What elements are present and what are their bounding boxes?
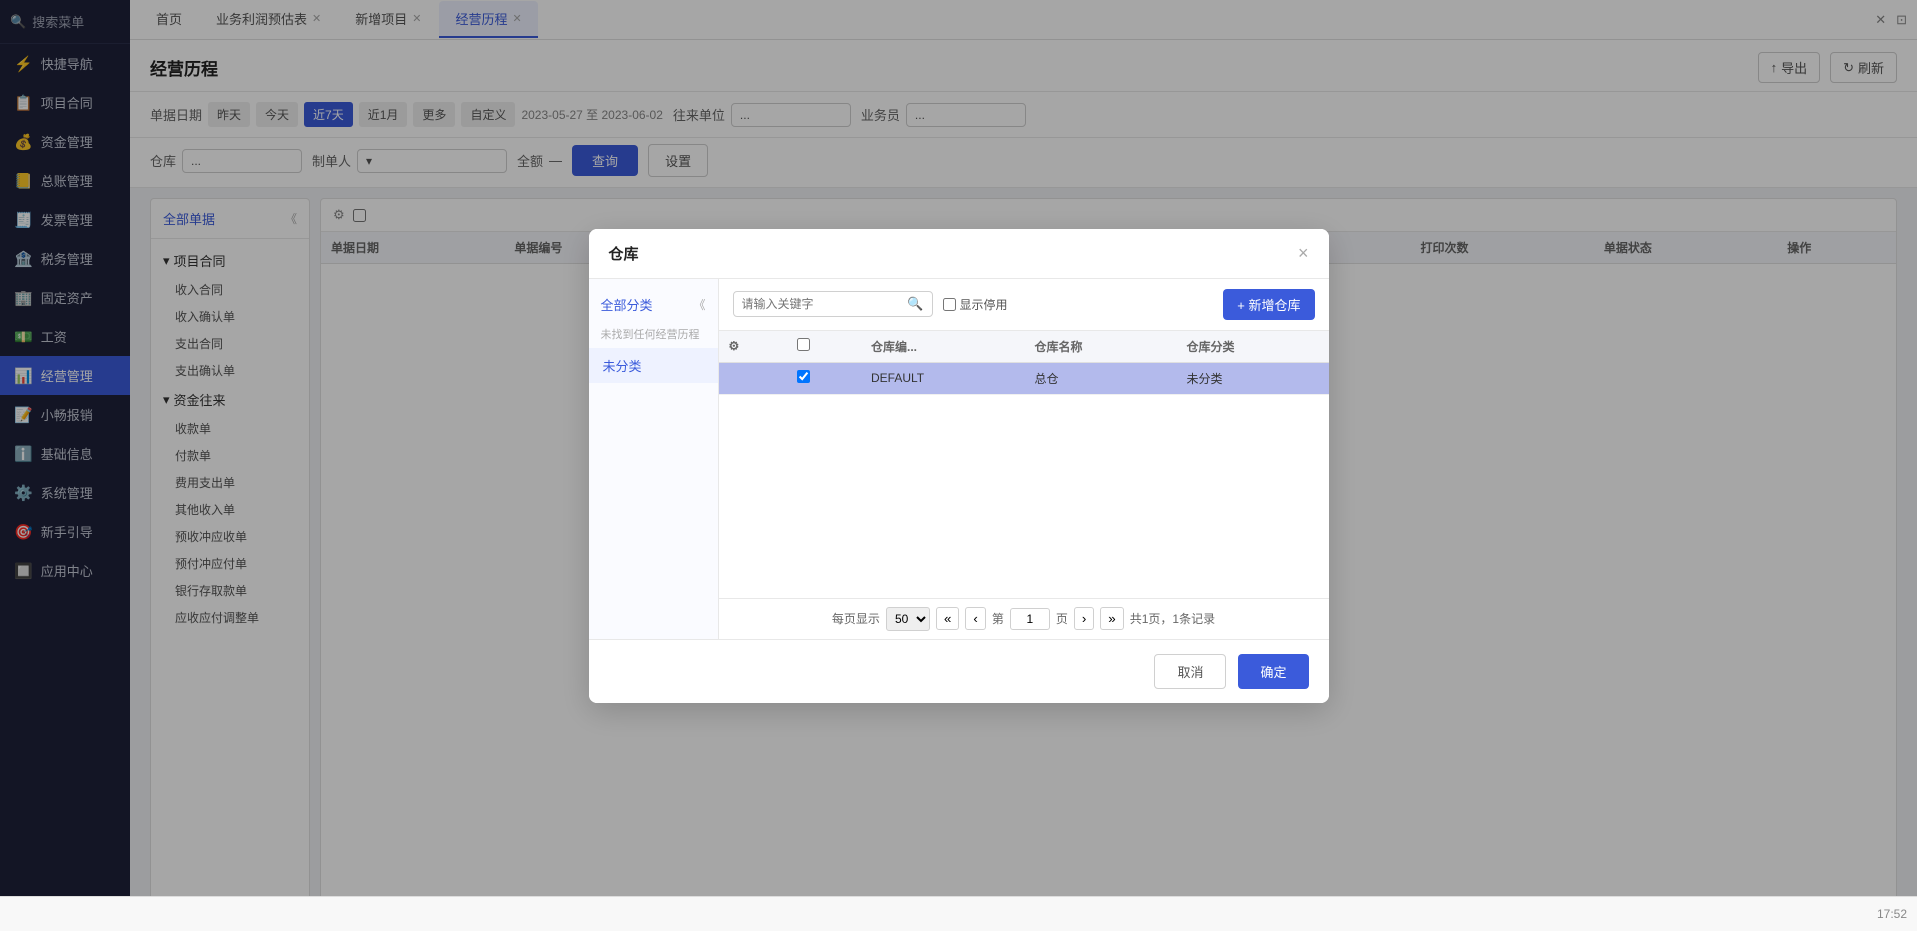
prev-page-btn[interactable]: ‹: [965, 607, 985, 630]
modal-title: 仓库: [609, 243, 639, 264]
modal-col-name: 仓库名称: [1024, 331, 1176, 363]
modal-right-panel: 🔍 显示停用 + 新增仓库 ⚙ 仓库编... 仓库名称: [719, 279, 1329, 639]
category-label: 未分类: [603, 359, 642, 374]
modal-search-input[interactable]: [742, 297, 908, 311]
modal-pagination: 每页显示 50 « ‹ 第 页 › » 共1页，1条记录: [719, 598, 1329, 639]
per-page-label-modal: 每页显示: [832, 610, 880, 627]
modal-left-panel: 全部分类 《 未找到任何经营历程 未分类: [589, 279, 719, 639]
search-icon: 🔍: [907, 296, 923, 312]
table-row[interactable]: DEFAULT 总仓 未分类: [719, 362, 1329, 394]
row-checkbox[interactable]: [797, 370, 810, 383]
all-categories-label[interactable]: 全部分类: [601, 295, 653, 314]
add-warehouse-button[interactable]: + 新增仓库: [1223, 289, 1314, 320]
left-collapse-btn[interactable]: 《: [693, 296, 705, 313]
modal-col-settings: ⚙: [719, 331, 788, 363]
modal-per-page-select[interactable]: 50: [886, 607, 930, 631]
modal-footer: 取消 确定: [589, 639, 1329, 703]
page-input-modal[interactable]: [1010, 608, 1050, 630]
modal-left-header: 全部分类 《: [589, 289, 718, 320]
row-name: 总仓: [1024, 362, 1176, 394]
modal-select-all[interactable]: [797, 338, 810, 351]
modal-table-wrap: ⚙ 仓库编... 仓库名称 仓库分类 DEFAULT 总仓: [719, 331, 1329, 598]
show-disabled-checkbox[interactable]: [943, 298, 956, 311]
row-check[interactable]: [787, 362, 861, 394]
taskbar-time: 17:52: [1877, 907, 1907, 921]
modal-col-category: 仓库分类: [1176, 331, 1328, 363]
row-settings: [719, 362, 788, 394]
row-category: 未分类: [1176, 362, 1328, 394]
page-suffix-modal: 页: [1056, 610, 1068, 627]
warehouse-modal: 仓库 × 全部分类 《 未找到任何经营历程 未分类 🔍 显示: [589, 229, 1329, 703]
confirm-button[interactable]: 确定: [1238, 654, 1308, 689]
modal-toolbar: 🔍 显示停用 + 新增仓库: [719, 279, 1329, 331]
modal-left-no-found: 未找到任何经营历程: [589, 320, 718, 348]
last-page-btn[interactable]: »: [1100, 607, 1123, 630]
modal-category-unclassified[interactable]: 未分类: [589, 348, 718, 383]
modal-header: 仓库 ×: [589, 229, 1329, 279]
cancel-button[interactable]: 取消: [1154, 654, 1226, 689]
modal-col-check: [787, 331, 861, 363]
first-page-btn[interactable]: «: [936, 607, 959, 630]
show-disabled-label: 显示停用: [960, 296, 1008, 313]
modal-search-wrap[interactable]: 🔍: [733, 291, 933, 317]
modal-close-button[interactable]: ×: [1298, 243, 1309, 264]
modal-warehouse-table: ⚙ 仓库编... 仓库名称 仓库分类 DEFAULT 总仓: [719, 331, 1329, 395]
show-disabled-wrap: 显示停用: [943, 296, 1008, 313]
row-code: DEFAULT: [861, 362, 1024, 394]
taskbar: 17:52: [0, 896, 1917, 931]
total-modal: 共1页，1条记录: [1130, 610, 1215, 627]
page-label-modal: 第: [992, 610, 1004, 627]
modal-body: 全部分类 《 未找到任何经营历程 未分类 🔍 显示停用 + 新增仓库: [589, 279, 1329, 639]
next-page-btn[interactable]: ›: [1074, 607, 1094, 630]
modal-col-code: 仓库编...: [861, 331, 1024, 363]
